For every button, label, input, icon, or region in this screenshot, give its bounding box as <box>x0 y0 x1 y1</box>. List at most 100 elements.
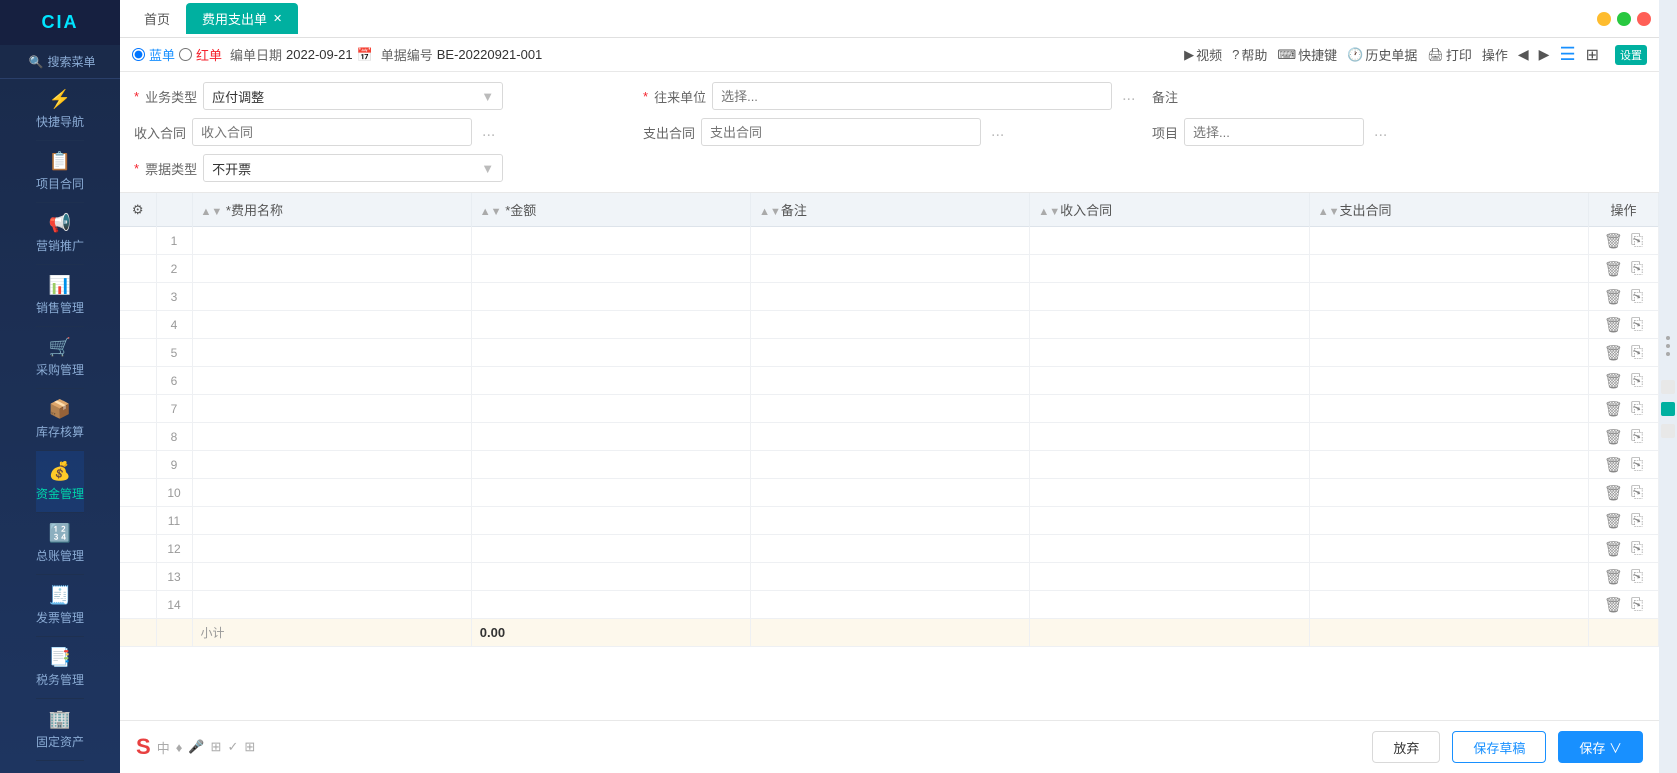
row-copy-icon[interactable]: ⎘ <box>1631 288 1643 305</box>
help-btn[interactable]: ? 帮助 <box>1232 45 1267 64</box>
row-remark[interactable] <box>751 479 1030 507</box>
row-expense-name[interactable] <box>192 423 471 451</box>
save-draft-button[interactable]: 保存草稿 <box>1452 731 1546 763</box>
row-expense-name[interactable] <box>192 283 471 311</box>
row-copy-icon[interactable]: ⎘ <box>1631 456 1643 473</box>
row-amount[interactable] <box>471 563 750 591</box>
sort-icon-expense[interactable]: ▲▼ <box>1318 206 1340 218</box>
row-delete-icon[interactable]: 🗑 <box>1604 316 1623 334</box>
ops-btn[interactable]: 操作 <box>1482 45 1508 64</box>
invoice-type-select[interactable]: 不开票 ▼ <box>203 154 503 182</box>
row-income-contract[interactable] <box>1030 423 1309 451</box>
row-amount[interactable] <box>471 311 750 339</box>
row-expense-contract[interactable] <box>1309 283 1588 311</box>
row-amount[interactable] <box>471 479 750 507</box>
row-amount[interactable] <box>471 507 750 535</box>
sidebar-item-tax[interactable]: 📑税务管理 <box>36 637 84 699</box>
view-grid-btn[interactable]: ⊞ <box>1586 45 1599 65</box>
row-income-contract[interactable] <box>1030 395 1309 423</box>
tab-home[interactable]: 首页 <box>128 3 186 34</box>
row-delete-icon[interactable]: 🗑 <box>1604 456 1623 474</box>
sort-icon-income[interactable]: ▲▼ <box>1038 206 1060 218</box>
row-expense-contract[interactable] <box>1309 479 1588 507</box>
sidebar-item-sales[interactable]: 📊销售管理 <box>36 265 84 327</box>
calendar-icon[interactable]: 📅 <box>357 47 373 63</box>
row-expense-name[interactable] <box>192 227 471 255</box>
radio-blue[interactable] <box>132 48 145 61</box>
shortcuts-btn[interactable]: ⌨ 快捷键 <box>1277 45 1337 64</box>
row-remark[interactable] <box>751 423 1030 451</box>
sidebar-item-quick-nav[interactable]: ⚡快捷导航 <box>36 79 84 141</box>
row-copy-icon[interactable]: ⎘ <box>1631 484 1643 501</box>
video-btn[interactable]: ▶ 视频 <box>1184 45 1222 64</box>
save-button[interactable]: 保存 ∨ <box>1558 731 1643 763</box>
business-type-select[interactable]: 应付调整 ▼ <box>203 82 503 110</box>
view-list-btn[interactable]: ☰ <box>1559 44 1575 65</box>
row-remark[interactable] <box>751 367 1030 395</box>
radio-red[interactable] <box>179 48 192 61</box>
sidebar-item-inventory[interactable]: 📦库存核算 <box>36 389 84 451</box>
row-delete-icon[interactable]: 🗑 <box>1604 344 1623 362</box>
row-income-contract[interactable] <box>1030 507 1309 535</box>
income-more-icon[interactable]: ... <box>482 123 495 141</box>
window-close[interactable] <box>1637 12 1651 26</box>
row-expense-name[interactable] <box>192 255 471 283</box>
partner-input[interactable] <box>712 82 1112 110</box>
row-income-contract[interactable] <box>1030 283 1309 311</box>
side-icon-2[interactable] <box>1661 402 1675 416</box>
row-amount[interactable] <box>471 423 750 451</box>
row-copy-icon[interactable]: ⎘ <box>1631 428 1643 445</box>
row-income-contract[interactable] <box>1030 451 1309 479</box>
settings-btn[interactable]: 设置 <box>1615 45 1647 65</box>
row-delete-icon[interactable]: 🗑 <box>1604 372 1623 390</box>
row-income-contract[interactable] <box>1030 591 1309 619</box>
col-settings[interactable]: ⚙ <box>120 193 156 227</box>
sidebar-item-marketing[interactable]: 📢营销推广 <box>36 203 84 265</box>
row-expense-name[interactable] <box>192 507 471 535</box>
row-delete-icon[interactable]: 🗑 <box>1604 260 1623 278</box>
print-btn[interactable]: 🖨 打印 <box>1427 45 1472 64</box>
sort-icon-amount[interactable]: ▲▼ <box>480 206 502 218</box>
row-delete-icon[interactable]: 🗑 <box>1604 288 1623 306</box>
row-delete-icon[interactable]: 🗑 <box>1604 568 1623 586</box>
row-remark[interactable] <box>751 563 1030 591</box>
row-income-contract[interactable] <box>1030 339 1309 367</box>
row-expense-contract[interactable] <box>1309 507 1588 535</box>
row-expense-contract[interactable] <box>1309 227 1588 255</box>
row-income-contract[interactable] <box>1030 311 1309 339</box>
row-delete-icon[interactable]: 🗑 <box>1604 232 1623 250</box>
row-delete-icon[interactable]: 🗑 <box>1604 400 1623 418</box>
sidebar-item-payroll[interactable]: 💵工资 <box>36 761 84 773</box>
row-amount[interactable] <box>471 367 750 395</box>
row-copy-icon[interactable]: ⎘ <box>1631 540 1643 557</box>
row-delete-icon[interactable]: 🗑 <box>1604 512 1623 530</box>
tab-expense[interactable]: 费用支出单 ✕ <box>186 3 298 34</box>
row-expense-name[interactable] <box>192 339 471 367</box>
row-delete-icon[interactable]: 🗑 <box>1604 484 1623 502</box>
row-expense-contract[interactable] <box>1309 563 1588 591</box>
discard-button[interactable]: 放弃 <box>1372 731 1440 763</box>
row-amount[interactable] <box>471 451 750 479</box>
row-amount[interactable] <box>471 255 750 283</box>
nav-prev-btn[interactable]: ◀ <box>1518 46 1529 63</box>
row-expense-name[interactable] <box>192 591 471 619</box>
row-income-contract[interactable] <box>1030 227 1309 255</box>
row-amount[interactable] <box>471 395 750 423</box>
expense-contract-input[interactable] <box>701 118 981 146</box>
history-btn[interactable]: 🕐 历史单据 <box>1347 45 1417 64</box>
sort-icon-remark[interactable]: ▲▼ <box>759 206 781 218</box>
row-remark[interactable] <box>751 507 1030 535</box>
row-remark[interactable] <box>751 311 1030 339</box>
row-expense-contract[interactable] <box>1309 255 1588 283</box>
row-remark[interactable] <box>751 535 1030 563</box>
row-delete-icon[interactable]: 🗑 <box>1604 596 1623 614</box>
income-contract-input[interactable] <box>192 118 472 146</box>
row-copy-icon[interactable]: ⎘ <box>1631 344 1643 361</box>
sidebar-item-fixed-assets[interactable]: 🏢固定资产 <box>36 699 84 761</box>
window-maximize[interactable] <box>1617 12 1631 26</box>
radio-red-label[interactable]: 红单 <box>196 45 222 64</box>
row-expense-contract[interactable] <box>1309 535 1588 563</box>
sidebar-item-project-contract[interactable]: 📋项目合同 <box>36 141 84 203</box>
sidebar-item-invoice[interactable]: 🧾发票管理 <box>36 575 84 637</box>
row-copy-icon[interactable]: ⎘ <box>1631 568 1643 585</box>
